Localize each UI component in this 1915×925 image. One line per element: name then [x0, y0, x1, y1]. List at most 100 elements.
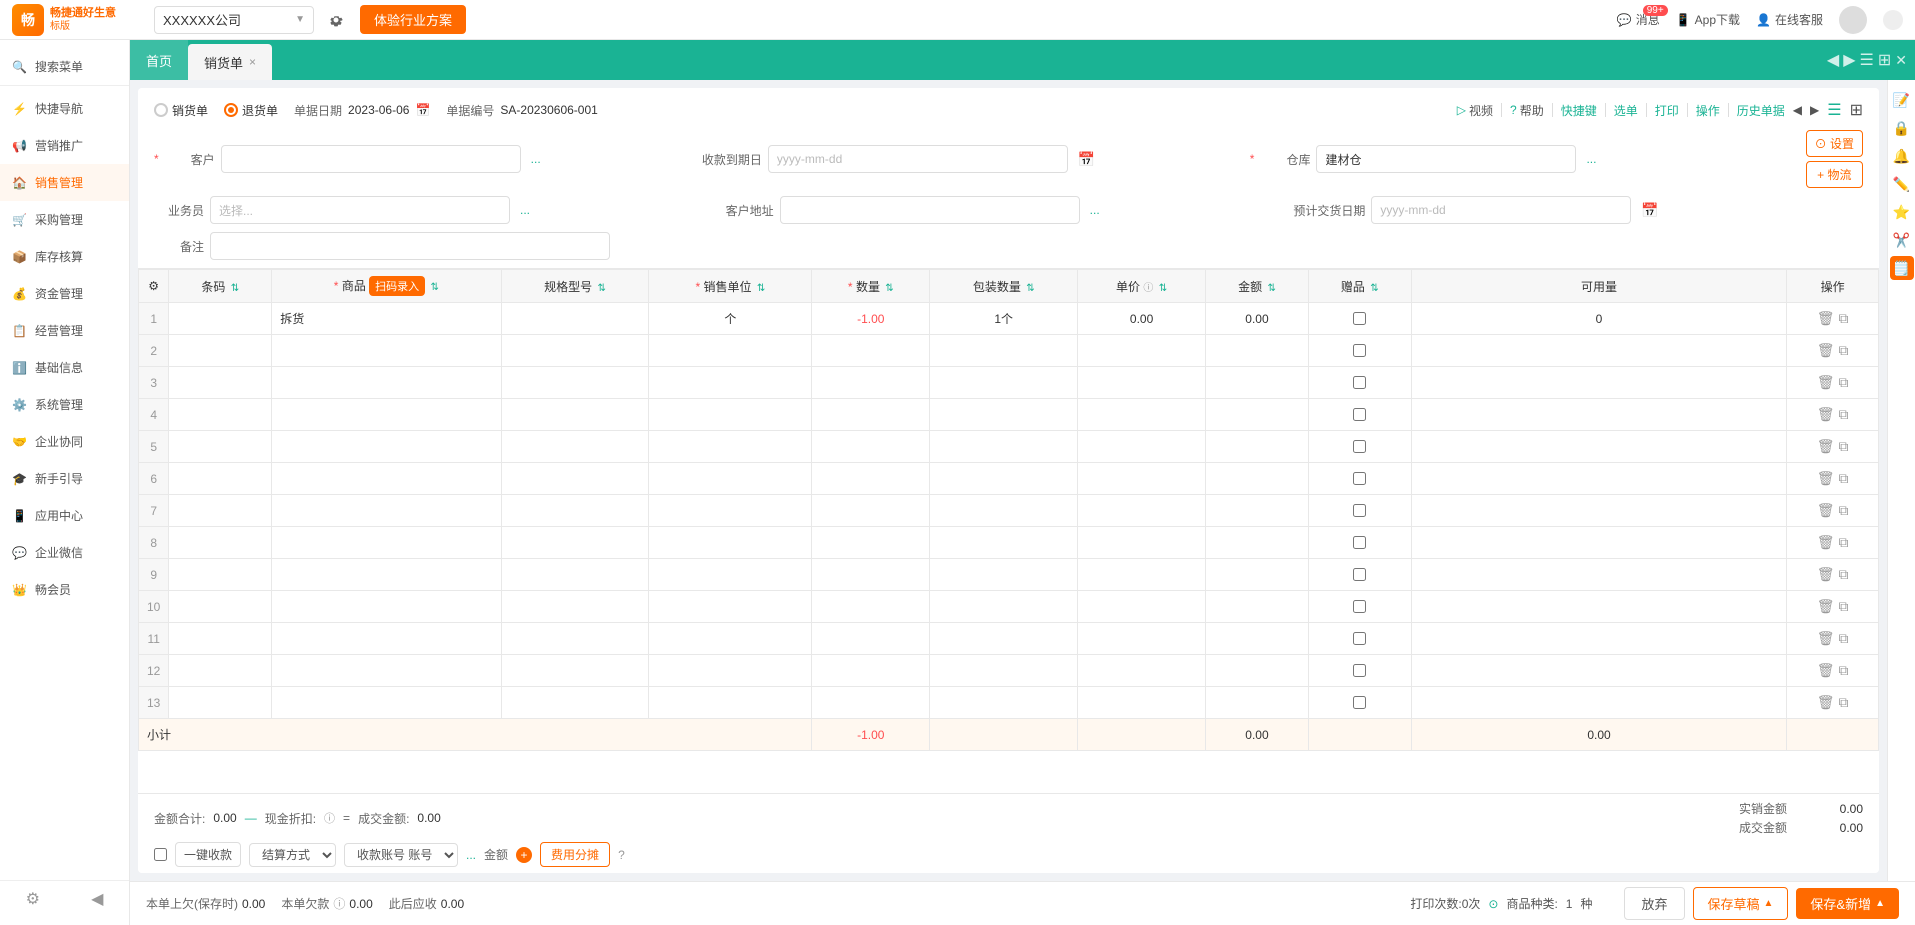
messages-button[interactable]: 💬 消息 99+ — [1617, 11, 1660, 28]
sidebar-settings-icon[interactable]: ⚙ — [26, 889, 40, 909]
row-amount-11[interactable] — [1206, 623, 1309, 655]
sidebar-item-member[interactable]: 👑 畅会员 — [0, 571, 129, 608]
row-unit-5[interactable] — [649, 431, 812, 463]
row-price-3[interactable] — [1078, 367, 1206, 399]
payment-date-input[interactable]: yyyy-mm-dd — [768, 145, 1068, 173]
row-price-11[interactable] — [1078, 623, 1206, 655]
qty-sort[interactable]: ⇅ — [885, 283, 893, 294]
row-delete-4[interactable]: 🗑 — [1817, 406, 1835, 423]
row-unit-8[interactable] — [649, 527, 812, 559]
return-order-radio[interactable]: 退货单 — [224, 102, 278, 119]
row-barcode-1[interactable] — [169, 303, 272, 335]
user-avatar[interactable] — [1839, 6, 1867, 34]
row-pkgqty-2[interactable] — [930, 335, 1078, 367]
right-tool-3[interactable]: 🔔 — [1890, 144, 1914, 168]
row-copy-13[interactable]: ⧉ — [1839, 694, 1849, 711]
row-product-2[interactable] — [272, 335, 501, 367]
tab-prev-icon[interactable]: ◀ — [1827, 50, 1839, 70]
customer-addr-input[interactable] — [780, 196, 1080, 224]
gift-checkbox-11[interactable] — [1353, 632, 1366, 645]
row-delete-6[interactable]: 🗑 — [1817, 470, 1835, 487]
row-delete-2[interactable]: 🗑 — [1817, 342, 1835, 359]
row-amount-7[interactable] — [1206, 495, 1309, 527]
customer-more-icon[interactable]: ... — [531, 152, 541, 166]
row-gift-13[interactable] — [1308, 687, 1411, 719]
logistics-button[interactable]: + 物流 — [1806, 161, 1863, 188]
row-amount-2[interactable] — [1206, 335, 1309, 367]
row-product-6[interactable] — [272, 463, 501, 495]
select-action[interactable]: 选单 — [1614, 102, 1638, 119]
payment-date-calendar-icon[interactable]: 📅 — [1078, 151, 1095, 168]
row-product-11[interactable] — [272, 623, 501, 655]
row-barcode-3[interactable] — [169, 367, 272, 399]
row-product-5[interactable] — [272, 431, 501, 463]
video-action[interactable]: ▷ 视频 — [1457, 102, 1493, 119]
row-qty-3[interactable] — [812, 367, 930, 399]
row-gift-3[interactable] — [1308, 367, 1411, 399]
row-unit-4[interactable] — [649, 399, 812, 431]
row-price-2[interactable] — [1078, 335, 1206, 367]
row-gift-9[interactable] — [1308, 559, 1411, 591]
row-pkgqty-8[interactable] — [930, 527, 1078, 559]
view-switch-grid[interactable]: ⊞ — [1850, 100, 1863, 120]
row-qty-13[interactable] — [812, 687, 930, 719]
tab-list-icon[interactable]: ☰ — [1860, 50, 1874, 70]
scan-button[interactable]: 扫码录入 — [369, 276, 425, 296]
row-unit-2[interactable] — [649, 335, 812, 367]
sidebar-item-beginner[interactable]: 🎓 新手引导 — [0, 460, 129, 497]
row-qty-8[interactable] — [812, 527, 930, 559]
row-spec-4[interactable] — [501, 399, 649, 431]
sales-order-radio[interactable]: 销货单 — [154, 102, 208, 119]
tab-next-icon[interactable]: ▶ — [1843, 50, 1855, 70]
row-spec-6[interactable] — [501, 463, 649, 495]
row-spec-1[interactable] — [501, 303, 649, 335]
row-pkgqty-1[interactable]: 1个 — [930, 303, 1078, 335]
row-amount-8[interactable] — [1206, 527, 1309, 559]
row-pkgqty-9[interactable] — [930, 559, 1078, 591]
row-unit-10[interactable] — [649, 591, 812, 623]
row-amount-1[interactable]: 0.00 — [1206, 303, 1309, 335]
gift-checkbox-9[interactable] — [1353, 568, 1366, 581]
row-price-6[interactable] — [1078, 463, 1206, 495]
row-spec-11[interactable] — [501, 623, 649, 655]
fee-split-button[interactable]: 费用分摊 — [540, 842, 610, 867]
row-gift-4[interactable] — [1308, 399, 1411, 431]
row-product-9[interactable] — [272, 559, 501, 591]
row-barcode-7[interactable] — [169, 495, 272, 527]
row-gift-10[interactable] — [1308, 591, 1411, 623]
row-amount-6[interactable] — [1206, 463, 1309, 495]
sidebar-item-quick-nav[interactable]: ⚡ 快捷导航 — [0, 90, 129, 127]
row-pkgqty-12[interactable] — [930, 655, 1078, 687]
row-qty-1[interactable]: -1.00 — [812, 303, 930, 335]
date-calendar-icon[interactable]: 📅 — [415, 103, 430, 117]
row-barcode-6[interactable] — [169, 463, 272, 495]
salesperson-input[interactable]: 选择... — [210, 196, 510, 224]
gift-checkbox-13[interactable] — [1353, 696, 1366, 709]
payment-method-select[interactable]: 结算方式 — [249, 843, 336, 867]
row-delete-7[interactable]: 🗑 — [1817, 502, 1835, 519]
gift-checkbox-12[interactable] — [1353, 664, 1366, 677]
gift-checkbox-7[interactable] — [1353, 504, 1366, 517]
shortcut-action[interactable]: 快捷键 — [1561, 102, 1597, 119]
row-pkgqty-3[interactable] — [930, 367, 1078, 399]
row-unit-1[interactable]: 个 — [649, 303, 812, 335]
row-spec-2[interactable] — [501, 335, 649, 367]
row-delete-13[interactable]: 🗑 — [1817, 694, 1835, 711]
row-barcode-9[interactable] — [169, 559, 272, 591]
save-draft-button[interactable]: 保存草稿 ▲ — [1693, 887, 1789, 920]
row-spec-3[interactable] — [501, 367, 649, 399]
one-click-checkbox[interactable] — [154, 848, 167, 861]
sidebar-item-enterprise-coop[interactable]: 🤝 企业协同 — [0, 423, 129, 460]
right-tool-4[interactable]: ✏️ — [1890, 172, 1914, 196]
row-spec-12[interactable] — [501, 655, 649, 687]
row-pkgqty-10[interactable] — [930, 591, 1078, 623]
row-amount-13[interactable] — [1206, 687, 1309, 719]
notes-input[interactable] — [210, 232, 610, 260]
row-copy-6[interactable]: ⧉ — [1839, 470, 1849, 487]
help-action[interactable]: ? 帮助 — [1510, 102, 1544, 119]
sidebar-item-sales[interactable]: 🏠 销售管理 — [0, 164, 129, 201]
row-copy-2[interactable]: ⧉ — [1839, 342, 1849, 359]
row-qty-5[interactable] — [812, 431, 930, 463]
right-tool-6[interactable]: ✂️ — [1890, 228, 1914, 252]
one-click-button[interactable]: 一键收款 — [175, 842, 241, 867]
